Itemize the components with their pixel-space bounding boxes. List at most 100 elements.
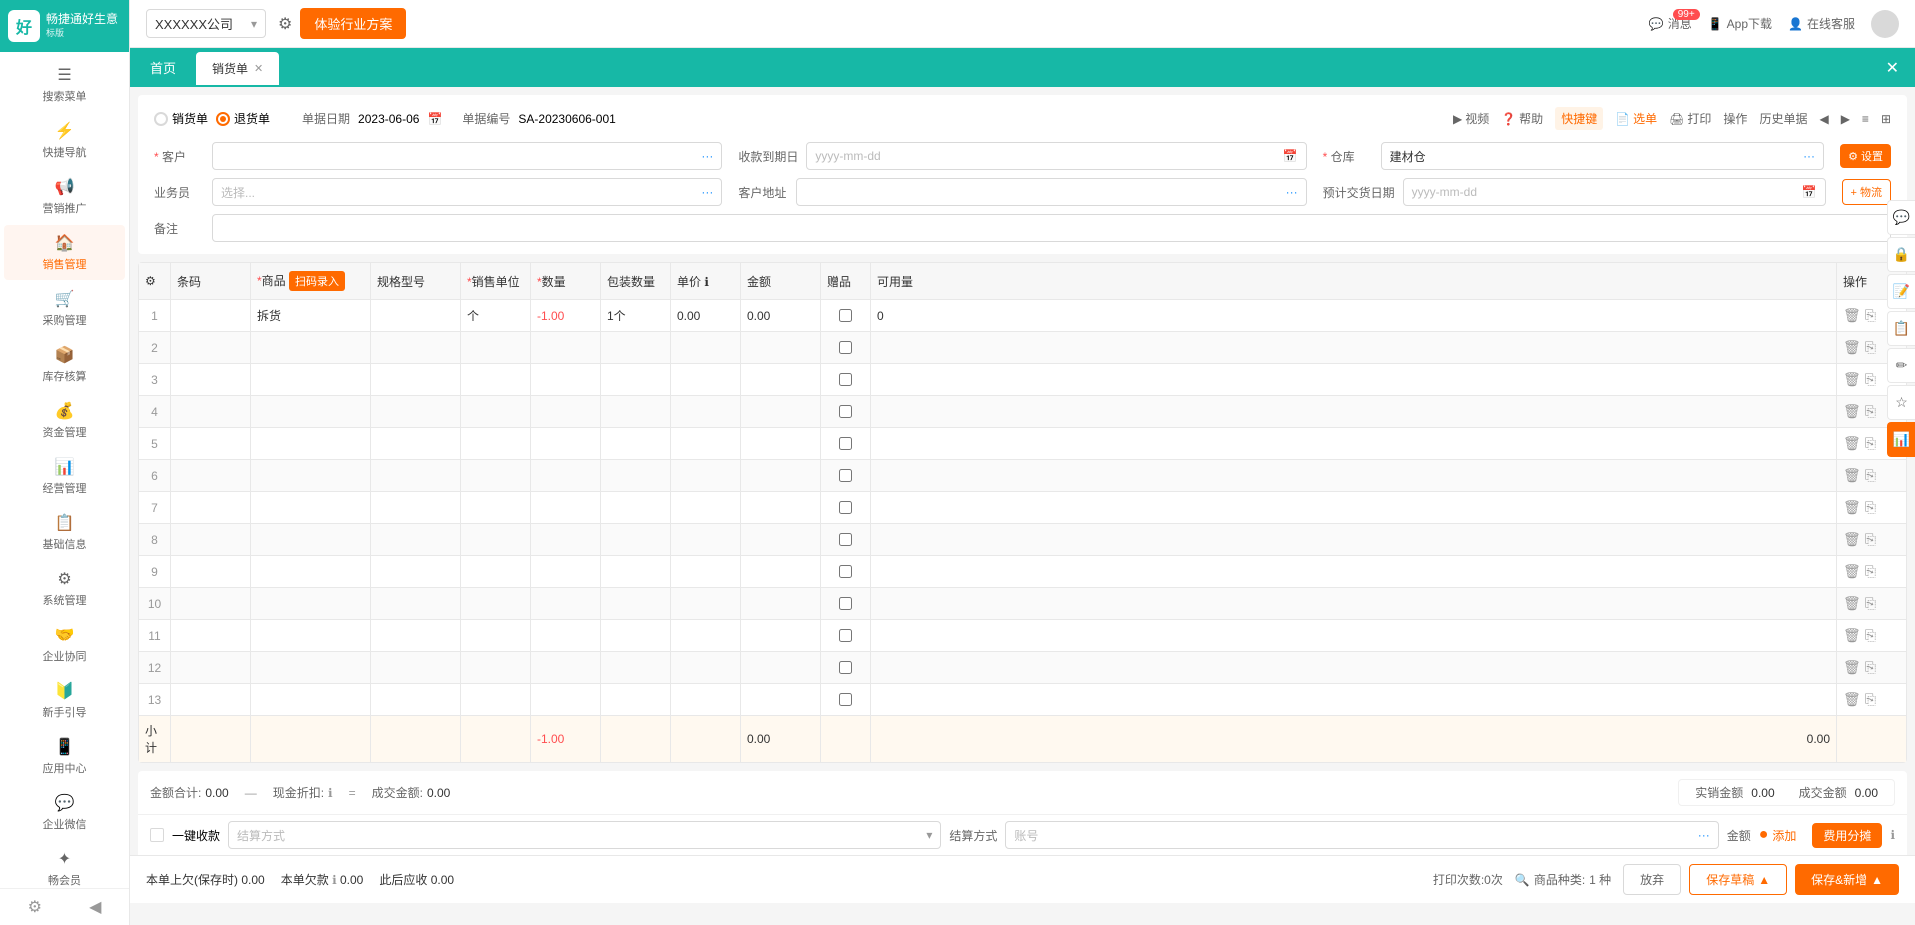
cell-amount[interactable]: 0.00: [741, 300, 821, 332]
copy-row-btn[interactable]: ⎘: [1865, 691, 1876, 708]
sidebar-item-purchase[interactable]: 🛒 采购管理: [4, 281, 125, 336]
cell-available[interactable]: [871, 620, 1837, 652]
cell-barcode[interactable]: [171, 684, 251, 716]
delete-row-btn[interactable]: 🗑: [1843, 659, 1861, 676]
cell-amount[interactable]: [741, 652, 821, 684]
cell-available[interactable]: [871, 332, 1837, 364]
cell-product[interactable]: [251, 332, 371, 364]
copy-row-btn[interactable]: ⎘: [1865, 371, 1876, 388]
cell-qty[interactable]: [531, 428, 601, 460]
logistics-btn[interactable]: + 物流: [1842, 179, 1891, 205]
company-selector[interactable]: XXXXXX公司 ▾: [146, 9, 266, 38]
cell-spec[interactable]: [371, 300, 461, 332]
cell-product[interactable]: [251, 492, 371, 524]
radio-sales[interactable]: 销货单: [154, 110, 208, 127]
delete-row-btn[interactable]: 🗑: [1843, 627, 1861, 644]
cell-pkg-qty[interactable]: [601, 364, 671, 396]
cell-pkg-qty[interactable]: [601, 332, 671, 364]
sidebar-item-inventory[interactable]: 📦 库存核算: [4, 337, 125, 392]
cell-amount[interactable]: [741, 460, 821, 492]
copy-row-btn[interactable]: ⎘: [1865, 563, 1876, 580]
cell-gift[interactable]: [821, 492, 871, 524]
user-avatar[interactable]: [1871, 10, 1899, 38]
shortcut-btn[interactable]: 快捷键: [1555, 107, 1603, 130]
cell-available[interactable]: [871, 652, 1837, 684]
close-tab-btn[interactable]: ✕: [254, 62, 263, 75]
copy-row-btn[interactable]: ⎘: [1865, 531, 1876, 548]
copy-row-btn[interactable]: ⎘: [1865, 659, 1876, 676]
close-all-tabs-btn[interactable]: ✕: [1870, 58, 1915, 78]
cell-qty[interactable]: [531, 684, 601, 716]
fee-split-btn[interactable]: 费用分摊: [1812, 823, 1882, 848]
cell-price[interactable]: [671, 428, 741, 460]
delete-row-btn[interactable]: 🗑: [1843, 339, 1861, 356]
list-view-icon[interactable]: ≡: [1862, 112, 1869, 126]
sidebar-item-base-info[interactable]: 📋 基础信息: [4, 505, 125, 560]
cell-qty[interactable]: [531, 524, 601, 556]
cell-product[interactable]: [251, 588, 371, 620]
cell-spec[interactable]: [371, 524, 461, 556]
cell-price[interactable]: [671, 524, 741, 556]
cell-pkg-qty[interactable]: [601, 684, 671, 716]
cell-price[interactable]: [671, 396, 741, 428]
cell-spec[interactable]: [371, 492, 461, 524]
copy-row-btn[interactable]: ⎘: [1865, 627, 1876, 644]
save-draft-btn[interactable]: 保存草稿 ▲: [1689, 864, 1787, 895]
cell-barcode[interactable]: [171, 332, 251, 364]
cell-available[interactable]: [871, 524, 1837, 556]
sidebar-item-quick-nav[interactable]: ⚡ 快捷导航: [4, 113, 125, 168]
rf-btn-2[interactable]: 🔒: [1887, 237, 1915, 272]
cell-price[interactable]: [671, 556, 741, 588]
cell-gift[interactable]: [821, 332, 871, 364]
cell-unit[interactable]: [461, 428, 531, 460]
cell-product[interactable]: [251, 428, 371, 460]
cell-qty[interactable]: [531, 396, 601, 428]
cell-available[interactable]: [871, 556, 1837, 588]
cell-price[interactable]: [671, 652, 741, 684]
cell-available[interactable]: 0: [871, 300, 1837, 332]
cell-pkg-qty[interactable]: [601, 556, 671, 588]
cell-price[interactable]: [671, 364, 741, 396]
cell-price[interactable]: [671, 620, 741, 652]
cell-product[interactable]: [251, 460, 371, 492]
sidebar-item-app-center[interactable]: 📱 应用中心: [4, 729, 125, 784]
scan-btn[interactable]: 扫码录入: [289, 271, 345, 291]
warehouse-input[interactable]: 建材仓 ···: [1381, 142, 1824, 170]
copy-row-btn[interactable]: ⎘: [1865, 435, 1876, 452]
fee-split-info-icon[interactable]: ℹ: [1890, 828, 1895, 842]
cell-gift[interactable]: [821, 620, 871, 652]
cell-barcode[interactable]: [171, 556, 251, 588]
cell-unit[interactable]: [461, 396, 531, 428]
cell-gift[interactable]: [821, 364, 871, 396]
cell-amount[interactable]: [741, 332, 821, 364]
gift-checkbox[interactable]: [839, 501, 852, 514]
cell-unit[interactable]: [461, 364, 531, 396]
gift-checkbox[interactable]: [839, 661, 852, 674]
sidebar-item-search-order[interactable]: ☰ 搜索菜单: [4, 57, 125, 112]
remark-input[interactable]: [212, 214, 1891, 242]
cell-gift[interactable]: [821, 684, 871, 716]
cell-barcode[interactable]: [171, 364, 251, 396]
cell-available[interactable]: [871, 492, 1837, 524]
cell-pkg-qty[interactable]: 1个: [601, 300, 671, 332]
abandon-btn[interactable]: 放弃: [1623, 864, 1681, 895]
cell-amount[interactable]: [741, 396, 821, 428]
gift-checkbox[interactable]: [839, 341, 852, 354]
col-settings[interactable]: ⚙: [139, 263, 171, 300]
cell-qty[interactable]: [531, 588, 601, 620]
product-type-search-icon[interactable]: 🔍: [1515, 873, 1530, 887]
cell-barcode[interactable]: [171, 396, 251, 428]
cell-gift[interactable]: [821, 524, 871, 556]
rf-btn-7[interactable]: 📊: [1887, 422, 1915, 457]
cell-pkg-qty[interactable]: [601, 620, 671, 652]
copy-row-btn[interactable]: ⎘: [1865, 499, 1876, 516]
cell-barcode[interactable]: [171, 460, 251, 492]
cell-unit[interactable]: [461, 684, 531, 716]
cell-spec[interactable]: [371, 396, 461, 428]
discount-info-icon[interactable]: ℹ: [328, 786, 333, 800]
cell-barcode[interactable]: [171, 588, 251, 620]
cell-spec[interactable]: [371, 684, 461, 716]
salesman-input[interactable]: 选择... ···: [212, 178, 722, 206]
cell-unit[interactable]: [461, 332, 531, 364]
video-btn[interactable]: ▶ 视频: [1453, 110, 1489, 127]
